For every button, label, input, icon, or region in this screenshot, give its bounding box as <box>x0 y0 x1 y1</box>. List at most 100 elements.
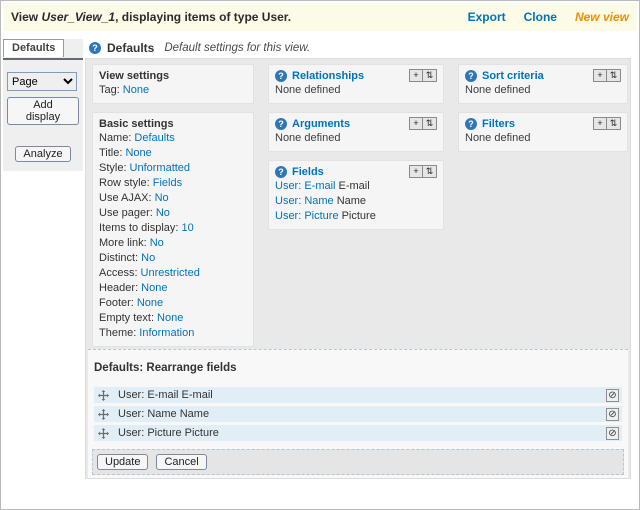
drag-icon[interactable] <box>98 389 109 401</box>
view-settings-title: View settings <box>99 69 170 82</box>
add-relationship-button[interactable]: + <box>409 69 423 82</box>
setting-value-link[interactable]: None <box>125 147 151 159</box>
help-icon[interactable]: ? <box>465 69 477 82</box>
setting-value-link[interactable]: Fields <box>153 177 182 189</box>
add-filter-button[interactable]: + <box>593 117 607 130</box>
setting-item: More link: No <box>99 236 247 251</box>
setting-value-link[interactable]: Defaults <box>134 132 174 144</box>
basic-settings-list: Name: Defaults Title: None Style: Unformatt… <box>99 131 247 341</box>
rearrange-row: User: E-mail E-mail ⊘ <box>94 387 622 403</box>
field-link[interactable]: User: Name <box>275 195 334 207</box>
form-actions-strip: Update Cancel <box>92 449 624 475</box>
setting-label: Row style: <box>99 177 150 189</box>
rearrange-row-label: User: E-mail E-mail <box>118 389 213 401</box>
field-link[interactable]: User: Picture <box>275 210 339 222</box>
settings-column-1: View settings Tag: None Basic settings Na… <box>92 59 254 347</box>
view-settings-list: Tag: None <box>99 83 247 98</box>
setting-value-link[interactable]: No <box>155 192 169 204</box>
setting-item: Row style: Fields <box>99 176 247 191</box>
settings-column-2: ? Relationships + ⇅ None defined ? Argum… <box>268 59 444 230</box>
rearrange-filters-button[interactable]: ⇅ <box>607 117 621 130</box>
sort-criteria-buttons: + ⇅ <box>593 69 621 82</box>
relationships-title-link[interactable]: Relationships <box>292 70 364 82</box>
arguments-title-link[interactable]: Arguments <box>292 118 350 130</box>
rearrange-row-label: User: Picture Picture <box>118 427 219 439</box>
help-icon[interactable]: ? <box>275 165 287 178</box>
setting-value-link[interactable]: No <box>150 237 164 249</box>
rearrange-fields-panel: Defaults: Rearrange fields User: E-mail … <box>88 349 628 478</box>
setting-item: Tag: None <box>99 83 247 98</box>
setting-label: Footer: <box>99 297 134 309</box>
setting-value-link[interactable]: Information <box>139 327 194 339</box>
add-argument-button[interactable]: + <box>409 117 423 130</box>
drag-icon[interactable] <box>98 408 109 420</box>
drag-icon[interactable] <box>98 427 109 439</box>
filters-empty-text: None defined <box>465 132 531 144</box>
analyze-wrap: Analyze <box>3 146 83 162</box>
remove-field-button[interactable]: ⊘ <box>606 426 619 440</box>
setting-label: Header: <box>99 282 139 294</box>
setting-value-link[interactable]: None <box>157 312 183 324</box>
setting-item: Distinct: No <box>99 251 247 266</box>
setting-value-link[interactable]: Unformatted <box>130 162 191 174</box>
setting-label: Access: <box>99 267 138 279</box>
setting-label: Style: <box>99 162 127 174</box>
export-link[interactable]: Export <box>468 10 506 24</box>
field-suffix: E-mail <box>338 180 370 192</box>
cancel-button[interactable]: Cancel <box>156 454 207 470</box>
remove-field-button[interactable]: ⊘ <box>606 388 619 402</box>
setting-label: Use pager: <box>99 207 153 219</box>
setting-item: Use pager: No <box>99 206 247 221</box>
basic-settings-title: Basic settings <box>99 117 174 130</box>
setting-label: Distinct: <box>99 252 139 264</box>
update-button[interactable]: Update <box>97 454 149 470</box>
filters-buttons: + ⇅ <box>593 117 621 130</box>
setting-value-link[interactable]: None <box>141 282 167 294</box>
rearrange-relationships-button[interactable]: ⇅ <box>423 69 437 82</box>
analyze-button[interactable]: Analyze <box>15 146 71 162</box>
add-field-button[interactable]: + <box>409 165 423 178</box>
display-type-select[interactable]: Page <box>7 72 77 91</box>
view-settings-box: View settings Tag: None <box>92 64 254 104</box>
fields-box: ? Fields + ⇅ User: E-mail E-mail User: Na… <box>268 160 444 230</box>
views-ui-page: View User_View_1, displaying items of ty… <box>0 0 640 510</box>
view-title-suffix: , displaying items of type User. <box>115 10 292 24</box>
field-item: User: E-mail E-mail <box>275 179 437 194</box>
help-icon[interactable]: ? <box>275 69 287 82</box>
setting-value-link[interactable]: None <box>137 297 163 309</box>
rearrange-sorts-button[interactable]: ⇅ <box>607 69 621 82</box>
rearrange-fields-button[interactable]: ⇅ <box>423 165 437 178</box>
setting-label: Use AJAX: <box>99 192 152 204</box>
rearrange-arguments-button[interactable]: ⇅ <box>423 117 437 130</box>
filters-title-link[interactable]: Filters <box>482 118 515 130</box>
relationships-buttons: + ⇅ <box>409 69 437 82</box>
fields-title-link[interactable]: Fields <box>292 166 324 178</box>
setting-value-link[interactable]: None <box>123 84 149 96</box>
setting-item: Title: None <box>99 146 247 161</box>
setting-item: Empty text: None <box>99 311 247 326</box>
tab-defaults[interactable]: Defaults <box>3 39 65 57</box>
setting-label: Name: <box>99 132 132 144</box>
view-header: View User_View_1, displaying items of ty… <box>3 3 637 31</box>
field-link[interactable]: User: E-mail <box>275 180 336 192</box>
add-sort-button[interactable]: + <box>593 69 607 82</box>
rearrange-row: User: Name Name ⊘ <box>94 406 622 422</box>
setting-label: More link: <box>99 237 147 249</box>
clone-link[interactable]: Clone <box>524 10 557 24</box>
new-view-link[interactable]: New view <box>575 10 629 24</box>
sort-criteria-title-link[interactable]: Sort criteria <box>482 70 544 82</box>
field-item: User: Name Name <box>275 194 437 209</box>
remove-field-button[interactable]: ⊘ <box>606 407 619 421</box>
help-icon[interactable]: ? <box>89 42 101 54</box>
help-icon[interactable]: ? <box>465 117 477 130</box>
help-icon[interactable]: ? <box>275 117 287 130</box>
setting-value-link[interactable]: No <box>141 252 155 264</box>
add-display-button[interactable]: Add display <box>7 97 79 125</box>
setting-item: Name: Defaults <box>99 131 247 146</box>
arguments-box: ? Arguments + ⇅ None defined <box>268 112 444 152</box>
setting-value-link[interactable]: Unrestricted <box>141 267 200 279</box>
add-display-wrap: Add display <box>7 97 79 125</box>
setting-value-link[interactable]: No <box>156 207 170 219</box>
filters-box: ? Filters + ⇅ None defined <box>458 112 628 152</box>
setting-value-link[interactable]: 10 <box>181 222 193 234</box>
